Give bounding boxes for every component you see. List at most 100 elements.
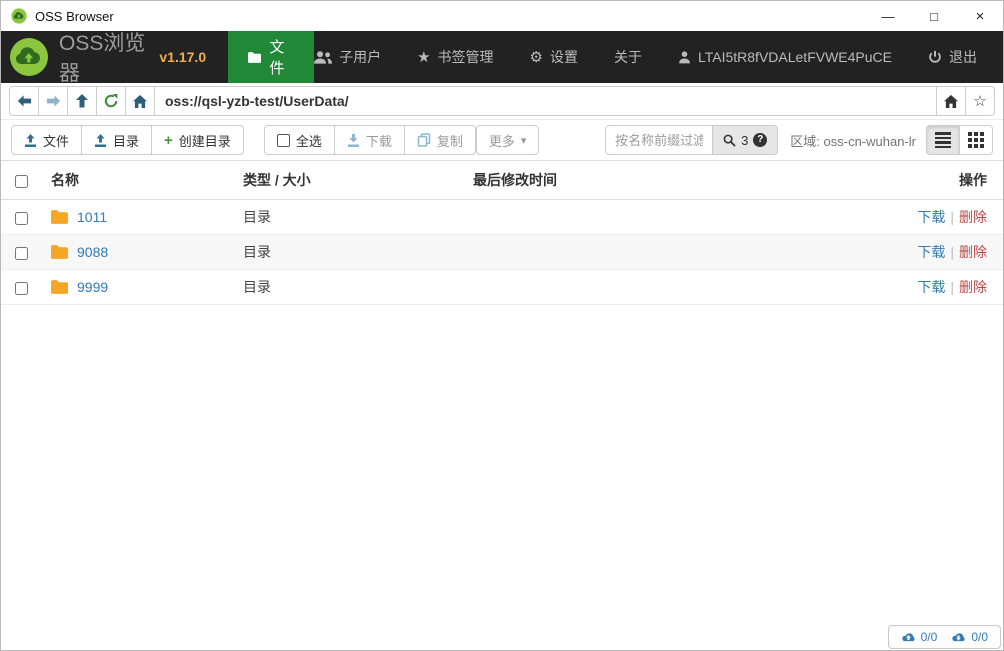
type-cell: 目录	[235, 269, 465, 305]
upload-tasks-chip[interactable]: 0/0	[901, 630, 938, 644]
user-icon	[679, 51, 690, 64]
folder-icon	[51, 210, 68, 224]
list-view-button[interactable]	[926, 125, 960, 155]
grid-view-button[interactable]	[959, 125, 993, 155]
upload-tasks-count: 0/0	[920, 630, 938, 644]
plus-icon: +	[164, 131, 173, 149]
table-row: 9088 目录 下载 | 删除	[1, 234, 1003, 270]
forward-button[interactable]	[38, 86, 68, 116]
view-toggle-group	[926, 125, 993, 155]
tab-files[interactable]: 文件	[228, 31, 315, 83]
menu-item-about[interactable]: 关于	[614, 47, 642, 67]
upload-dir-button[interactable]: 目录	[81, 125, 153, 155]
select-all-checkbox[interactable]	[15, 174, 28, 188]
cloud-upload-icon	[901, 632, 915, 641]
home-icon	[944, 94, 958, 108]
modified-cell	[465, 234, 853, 270]
create-dir-button[interactable]: + 创建目录	[151, 125, 244, 155]
gear-icon: ⚙	[529, 48, 543, 66]
row-download-link[interactable]: 下载	[917, 244, 945, 260]
type-cell: 目录	[235, 234, 465, 270]
arrow-left-icon	[17, 95, 31, 107]
folder-icon	[51, 245, 68, 259]
checkbox-icon	[276, 133, 290, 147]
row-checkbox[interactable]	[15, 211, 28, 225]
upload-icon	[95, 133, 107, 147]
transfer-status-panel: 0/0 0/0	[887, 625, 1001, 649]
up-button[interactable]	[67, 86, 97, 116]
row-download-link[interactable]: 下载	[917, 209, 945, 225]
upload-file-button[interactable]: 文件	[11, 125, 83, 155]
dir-link[interactable]: 9088	[77, 244, 108, 260]
power-icon	[929, 51, 941, 63]
row-checkbox[interactable]	[15, 246, 28, 260]
copy-label: 复制	[436, 133, 463, 149]
table-row: 9999 目录 下载 | 删除	[1, 269, 1003, 305]
tab-files-label: 文件	[269, 39, 285, 77]
download-icon	[347, 133, 359, 147]
row-delete-link[interactable]: 删除	[959, 279, 987, 295]
row-download-link[interactable]: 下载	[917, 279, 945, 295]
cloud-download-icon	[952, 632, 965, 641]
grid-view-icon	[968, 132, 984, 148]
create-dir-label: 创建目录	[178, 133, 231, 149]
column-header-actions: 操作	[853, 160, 1003, 200]
region-label: 区域: oss-cn-wuhan-lr	[790, 133, 916, 149]
back-button[interactable]	[9, 86, 39, 116]
download-button[interactable]: 下载	[333, 125, 405, 155]
menu-item-account[interactable]: LTAI5tR8fVDALetFVWE4PuCE	[678, 49, 892, 65]
maximize-button[interactable]: □	[911, 1, 957, 31]
star-icon: ★	[417, 48, 431, 66]
row-delete-link[interactable]: 删除	[959, 244, 987, 260]
modified-cell	[465, 199, 853, 235]
version-badge: v1.17.0	[159, 49, 207, 65]
list-view-icon	[935, 132, 951, 148]
close-button[interactable]: ×	[957, 1, 1003, 31]
refresh-icon	[104, 94, 118, 108]
menu-item-subusers[interactable]: 子用户	[314, 47, 381, 67]
arrow-right-icon	[46, 95, 60, 107]
navbar-menu: 子用户 ★ 书签管理 ⚙ 设置 关于 LTAI5tR8fVDALetFVWE4P…	[314, 47, 1003, 67]
select-all-button[interactable]: 全选	[263, 125, 335, 155]
toolbar: 文件 目录 + 创建目录 全选 下载 复制 更多 ▾ 按名称前缀过滤 3 ? 区…	[1, 120, 1003, 160]
brand-cloud-icon	[10, 38, 48, 76]
filter-input[interactable]	[605, 125, 714, 155]
search-count: 3	[741, 132, 749, 148]
more-button[interactable]: 更多 ▾	[475, 125, 540, 155]
upload-icon	[25, 133, 36, 147]
star-outline-icon: ☆	[973, 93, 987, 110]
upload-dir-label: 目录	[113, 133, 140, 149]
download-label: 下载	[365, 133, 392, 149]
action-separator: |	[950, 209, 954, 225]
bookmark-button[interactable]: ☆	[965, 86, 995, 116]
goto-root-button[interactable]	[936, 86, 966, 116]
download-tasks-count: 0/0	[971, 630, 988, 644]
dir-link[interactable]: 9999	[77, 279, 108, 295]
menu-item-label: 书签管理	[437, 49, 494, 65]
titlebar: OSS Browser — □ ×	[1, 1, 1003, 31]
column-header-type-size: 类型 / 大小	[235, 160, 465, 200]
home-button[interactable]	[125, 86, 155, 116]
table-row: 1011 目录 下载 | 删除	[1, 199, 1003, 235]
menu-item-logout[interactable]: 退出	[928, 47, 977, 67]
search-button[interactable]: 3 ?	[712, 125, 779, 155]
chevron-down-icon: ▾	[520, 134, 527, 147]
refresh-button[interactable]	[96, 86, 126, 116]
users-icon	[314, 50, 333, 64]
menu-item-bookmarks[interactable]: ★ 书签管理	[417, 47, 493, 67]
download-tasks-chip[interactable]: 0/0	[951, 630, 988, 644]
column-header-modified: 最后修改时间	[465, 160, 853, 200]
address-input[interactable]	[154, 86, 937, 116]
row-checkbox[interactable]	[15, 281, 28, 295]
menu-item-settings[interactable]: ⚙ 设置	[530, 47, 578, 67]
upload-button-group: 文件 目录 + 创建目录	[11, 125, 244, 155]
row-delete-link[interactable]: 删除	[959, 209, 987, 225]
app-logo-icon	[11, 8, 27, 24]
action-separator: |	[950, 279, 954, 295]
dir-link[interactable]: 1011	[77, 209, 107, 225]
home-icon	[133, 94, 147, 108]
minimize-button[interactable]: —	[865, 1, 911, 31]
copy-button[interactable]: 复制	[403, 125, 476, 155]
arrow-up-icon	[76, 94, 88, 108]
folder-icon	[248, 51, 262, 63]
